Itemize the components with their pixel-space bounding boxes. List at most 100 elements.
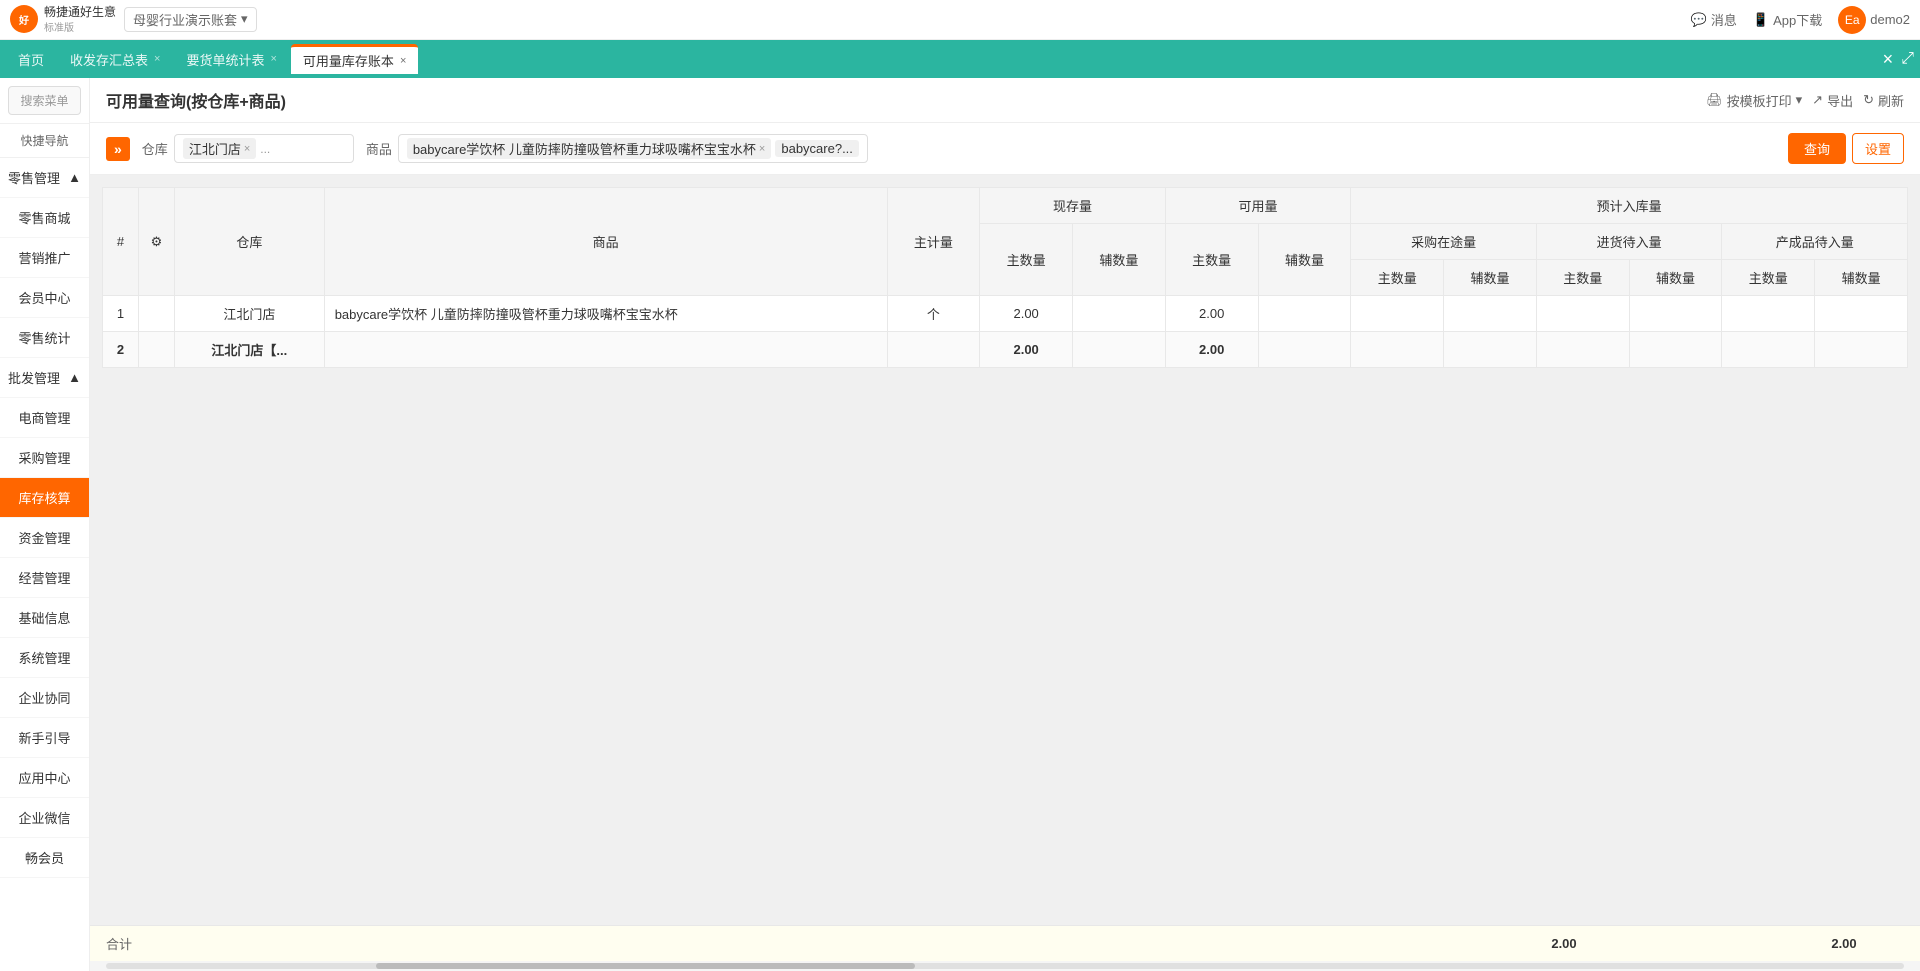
product-tag-babycare-remove[interactable]: × (759, 143, 765, 155)
sidebar-item-finance[interactable]: 资金管理 (0, 518, 89, 558)
filter-actions: 查询 设置 (1788, 133, 1904, 164)
th-purchase-transit: 采购在途量 (1351, 224, 1537, 260)
warehouse-more[interactable]: ... (260, 142, 270, 156)
sidebar-item-member-club[interactable]: 畅会员 (0, 838, 89, 878)
tab-order-statistics-close[interactable]: × (270, 53, 276, 65)
table-row: 1 江北门店 babycare学饮杯 儿童防摔防撞吸管杯重力球吸嘴杯宝宝水杯 个… (103, 296, 1908, 332)
warehouse-tag-jiangbei: 江北门店 × (183, 138, 256, 159)
close-all-icon[interactable]: × (1883, 49, 1894, 70)
logo-icon: 好 (10, 5, 38, 33)
chevron-icon-2: ▲ (68, 370, 81, 385)
product-tags[interactable]: babycare学饮杯 儿童防摔防撞吸管杯重力球吸嘴杯宝宝水杯 × babyca… (398, 134, 868, 163)
warehouse-tags[interactable]: 江北门店 × ... (174, 134, 354, 163)
search-menu-btn[interactable]: 搜索菜单 (8, 86, 81, 115)
main-layout: 搜索菜单 快捷导航 零售管理 ▲ 零售商城 营销推广 会员中心 零售统计 批发管… (0, 78, 1920, 971)
row1-production-sub (1815, 296, 1908, 332)
row2-available-sub (1258, 332, 1351, 368)
th-current-main: 主数量 (980, 224, 1073, 296)
th-production-sub: 辅数量 (1815, 260, 1908, 296)
row2-available-main: 2.00 (1165, 332, 1258, 368)
th-available-main: 主数量 (1165, 224, 1258, 296)
content-area: 可用量查询(按仓库+商品) 🖨 按模板打印 ▾ ↗ 导出 ↻ 刷新 » (90, 78, 1920, 971)
tab-receive-summary-close[interactable]: × (154, 53, 160, 65)
message-action[interactable]: 💬 消息 (1691, 10, 1737, 29)
sidebar-item-retail-mall[interactable]: 零售商城 (0, 198, 89, 238)
row2-production-main (1722, 332, 1815, 368)
row2-purchase-transit-main (1351, 332, 1444, 368)
th-purchase-transit-main: 主数量 (1351, 260, 1444, 296)
row2-inbound-main (1536, 332, 1629, 368)
settings-button[interactable]: 设置 (1852, 133, 1904, 164)
th-available: 可用量 (1165, 188, 1351, 224)
row1-unit: 个 (887, 296, 980, 332)
print-label: 按模板打印 (1727, 91, 1792, 110)
row1-inbound-sub (1629, 296, 1722, 332)
quick-nav-btn[interactable]: 快捷导航 (0, 124, 89, 158)
row1-available-main: 2.00 (1165, 296, 1258, 332)
sidebar-item-basic-info[interactable]: 基础信息 (0, 598, 89, 638)
export-action[interactable]: ↗ 导出 (1812, 91, 1853, 110)
data-table: # ⚙ 仓库 商品 主计量 现存量 可用量 预计入库量 主数量 辅数量 主数量 … (102, 187, 1908, 368)
user-action[interactable]: Ea demo2 (1838, 6, 1910, 34)
warehouse-tag-jiangbei-remove[interactable]: × (244, 143, 250, 155)
row1-product: babycare学饮杯 儿童防摔防撞吸管杯重力球吸嘴杯宝宝水杯 (324, 296, 887, 332)
row1-no: 1 (103, 296, 139, 332)
sidebar-item-wholesale-label: 批发管理 (8, 368, 60, 387)
user-label: demo2 (1870, 12, 1910, 27)
sidebar-item-marketing[interactable]: 营销推广 (0, 238, 89, 278)
sidebar-item-system-label: 系统管理 (18, 648, 70, 667)
row1-warehouse: 江北门店 (175, 296, 325, 332)
sidebar-item-basic-info-label: 基础信息 (18, 608, 70, 627)
row2-current-main: 2.00 (980, 332, 1073, 368)
sidebar-item-newbie-guide[interactable]: 新手引导 (0, 718, 89, 758)
tab-available-stock-close[interactable]: × (400, 55, 406, 67)
sidebar-item-retail-mall-label: 零售商城 (18, 208, 70, 227)
sidebar-item-members[interactable]: 会员中心 (0, 278, 89, 318)
expand-filter-btn[interactable]: » (106, 137, 130, 161)
top-bar: 好 畅捷通好生意 标准版 母婴行业演示账套 ▾ 💬 消息 📱 App下载 Ea … (0, 0, 1920, 40)
sidebar-item-system[interactable]: 系统管理 (0, 638, 89, 678)
th-warehouse: 仓库 (175, 188, 325, 296)
scroll-thumb[interactable] (376, 963, 915, 969)
sidebar-item-retail-stats[interactable]: 零售统计 (0, 318, 89, 358)
app-download-label: App下载 (1773, 10, 1822, 29)
query-button[interactable]: 查询 (1788, 133, 1846, 164)
th-product: 商品 (324, 188, 887, 296)
logo-subtitle: 标准版 (44, 19, 116, 34)
sidebar-item-wechat-work[interactable]: 企业微信 (0, 798, 89, 838)
sidebar-item-retail-management[interactable]: 零售管理 ▲ (0, 158, 89, 198)
refresh-action[interactable]: ↻ 刷新 (1863, 91, 1904, 110)
sidebar-item-app-center[interactable]: 应用中心 (0, 758, 89, 798)
horizontal-scrollbar[interactable] (90, 961, 1920, 971)
print-action[interactable]: 🖨 按模板打印 ▾ (1706, 91, 1802, 110)
tab-order-statistics[interactable]: 要货单统计表 × (174, 44, 288, 74)
app-download-action[interactable]: 📱 App下载 (1753, 10, 1822, 29)
tab-receive-summary-label: 收发存汇总表 (70, 50, 148, 69)
sidebar-item-enterprise-collab-label: 企业协同 (18, 688, 70, 707)
chevron-down-icon: ▾ (241, 11, 248, 27)
th-planned-in: 预计入库量 (1351, 188, 1908, 224)
top-bar-left: 好 畅捷通好生意 标准版 母婴行业演示账套 ▾ (10, 5, 257, 34)
sidebar-item-operations[interactable]: 经营管理 (0, 558, 89, 598)
tab-home-label: 首页 (18, 50, 44, 69)
logo-text-area: 畅捷通好生意 标准版 (44, 5, 116, 34)
th-available-sub: 辅数量 (1258, 224, 1351, 296)
th-purchase-transit-sub: 辅数量 (1444, 260, 1537, 296)
industry-select[interactable]: 母婴行业演示账套 ▾ (124, 7, 257, 32)
row1-purchase-transit-sub (1444, 296, 1537, 332)
sidebar-item-purchase[interactable]: 采购管理 (0, 438, 89, 478)
tab-receive-summary[interactable]: 收发存汇总表 × (58, 44, 172, 74)
th-settings[interactable]: ⚙ (139, 188, 175, 296)
warehouse-tag-jiangbei-label: 江北门店 (189, 139, 241, 158)
tab-home[interactable]: 首页 (6, 44, 56, 74)
fullscreen-icon[interactable]: ⤢ (1901, 50, 1914, 68)
sidebar-item-inventory[interactable]: 库存核算 (0, 478, 89, 518)
print-icon: 🖨 (1706, 92, 1723, 108)
th-no: # (103, 188, 139, 296)
top-bar-right: 💬 消息 📱 App下载 Ea demo2 (1691, 6, 1910, 34)
sidebar-item-members-label: 会员中心 (18, 288, 70, 307)
sidebar-item-enterprise-collab[interactable]: 企业协同 (0, 678, 89, 718)
tab-available-stock[interactable]: 可用量库存账本 × (291, 44, 418, 74)
sidebar-item-wholesale[interactable]: 批发管理 ▲ (0, 358, 89, 398)
sidebar-item-ecommerce[interactable]: 电商管理 (0, 398, 89, 438)
